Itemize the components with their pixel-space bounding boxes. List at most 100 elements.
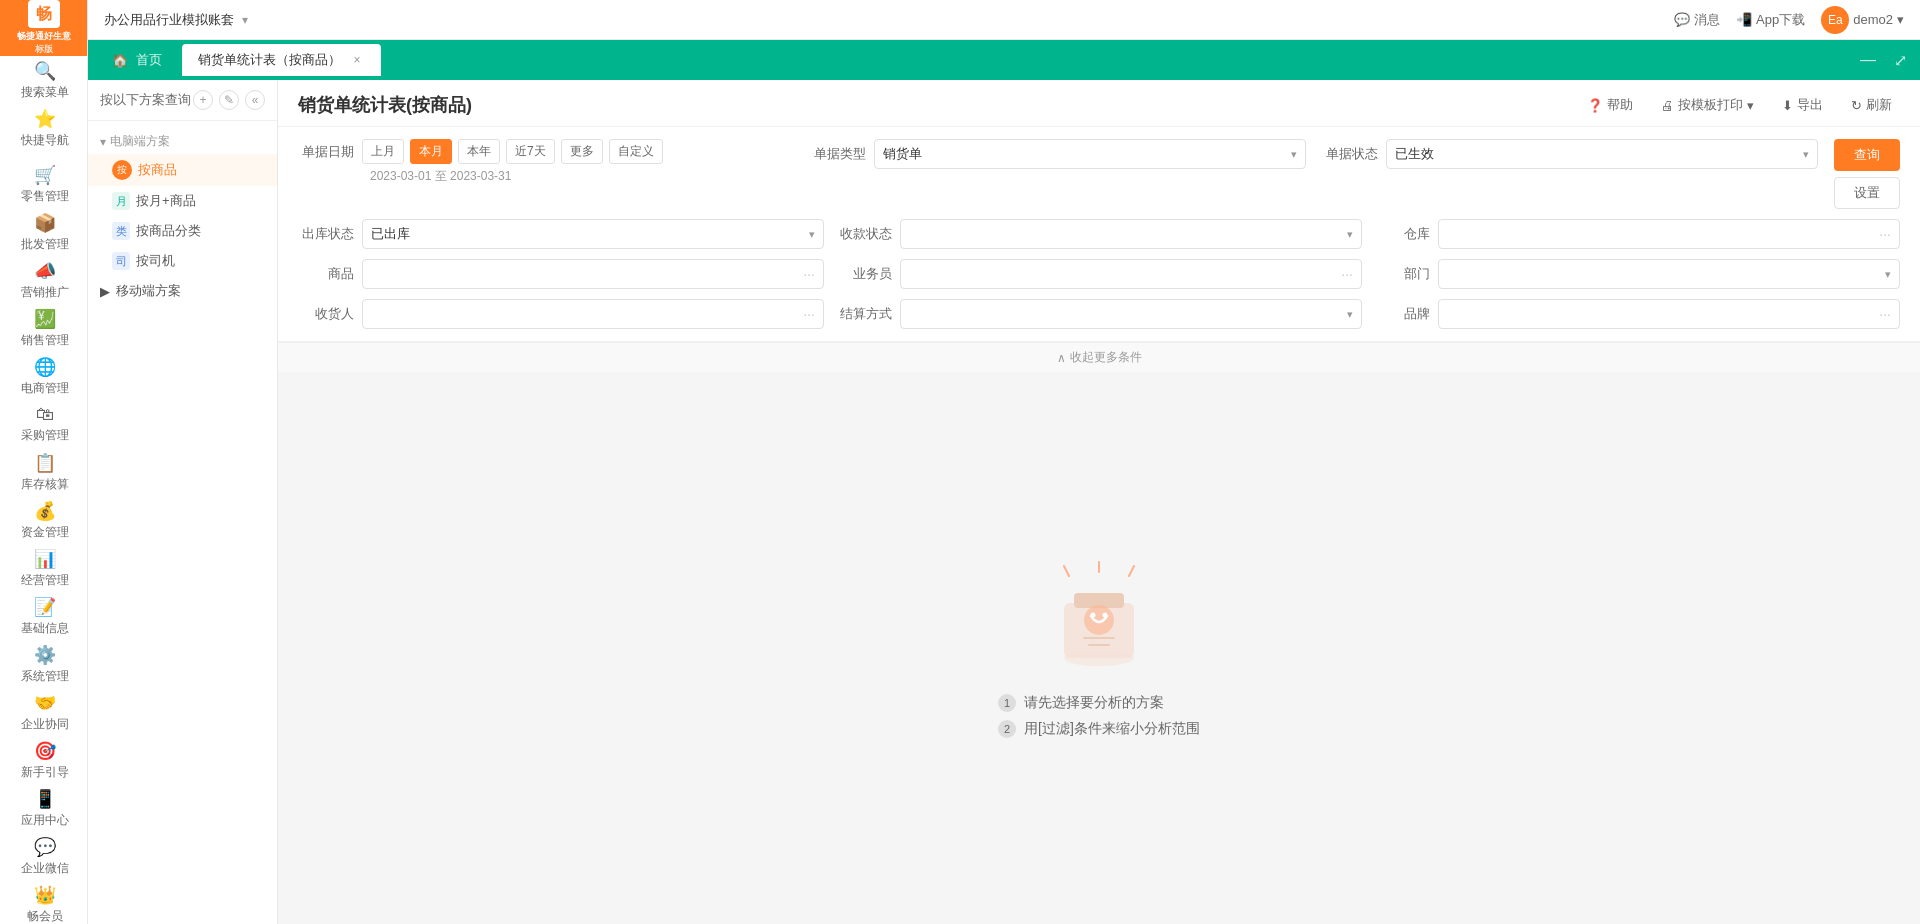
dept-select[interactable]: ▾: [1438, 259, 1900, 289]
refresh-icon: ↻: [1851, 98, 1862, 113]
sidebar-item-label: 库存核算: [21, 476, 69, 493]
date-last7-btn[interactable]: 近7天: [506, 139, 555, 164]
brand-input[interactable]: ···: [1438, 299, 1900, 329]
settlement-cell: 结算方式 ▾: [836, 299, 1362, 329]
sidebar-item-label: 营销推广: [21, 284, 69, 301]
mobile-group[interactable]: ▶ 移动端方案: [88, 276, 277, 306]
date-last-month-btn[interactable]: 上月: [362, 139, 404, 164]
sidebar-item-newbie[interactable]: 🎯 新手引导: [0, 736, 88, 784]
print-button[interactable]: 🖨 按模板打印 ▾: [1653, 92, 1762, 118]
sidebar-item-basic[interactable]: 📝 基础信息: [0, 592, 88, 640]
tab-close-button[interactable]: ×: [349, 52, 365, 68]
sidebar-item-retail[interactable]: 🛒 零售管理: [0, 160, 88, 208]
sidebar-item-system[interactable]: ⚙️ 系统管理: [0, 640, 88, 688]
date-custom-btn[interactable]: 自定义: [609, 139, 663, 164]
message-button[interactable]: 💬 消息: [1674, 11, 1720, 29]
receipt-status-select[interactable]: ▾: [900, 219, 1362, 249]
type-select[interactable]: 销货单 ▾: [874, 139, 1306, 169]
query-button[interactable]: 查询: [1834, 139, 1900, 171]
date-filter-group: 上月 本月 本年 近7天 更多 自定义: [362, 139, 663, 164]
svg-point-4: [1091, 613, 1096, 618]
app-download-button[interactable]: 📲 App下载: [1736, 11, 1805, 29]
window-maximize-button[interactable]: ⤢: [1888, 48, 1912, 72]
tab-home[interactable]: 🏠 首页: [96, 44, 178, 76]
newbie-icon: 🎯: [34, 740, 56, 762]
sidebar-item-finance[interactable]: 💰 资金管理: [0, 496, 88, 544]
export-button[interactable]: ⬇ 导出: [1774, 92, 1831, 118]
sidebar-item-quick[interactable]: ⭐ 快捷导航: [0, 104, 88, 152]
scheme-by-category[interactable]: 类 按商品分类: [88, 216, 277, 246]
date-range-text: 2023-03-01 至 2023-03-31: [370, 169, 511, 183]
tip-number-1: 1: [998, 694, 1016, 712]
date-this-year-btn[interactable]: 本年: [458, 139, 500, 164]
sidebar-item-search[interactable]: 🔍 搜索菜单: [0, 56, 88, 104]
date-more-btn[interactable]: 更多: [561, 139, 603, 164]
dropdown-arrow-icon[interactable]: ▾: [242, 13, 248, 27]
sidebar-item-member[interactable]: 👑 畅会员: [0, 880, 88, 924]
refresh-button[interactable]: ↻ 刷新: [1843, 92, 1900, 118]
out-status-dropdown-icon: ▾: [809, 228, 815, 241]
settings-button[interactable]: 设置: [1834, 177, 1900, 209]
collapse-text: ∧ 收起更多条件: [1057, 349, 1142, 366]
user-menu[interactable]: Ea demo2 ▾: [1821, 6, 1904, 34]
date-this-month-btn[interactable]: 本月: [410, 139, 452, 164]
export-label: 导出: [1797, 96, 1823, 114]
status-select[interactable]: 已生效 ▾: [1386, 139, 1818, 169]
sidebar-item-wechat[interactable]: 💬 企业微信: [0, 832, 88, 880]
sidebar-item-sales[interactable]: 💹 销售管理: [0, 304, 88, 352]
product-label: 商品: [298, 265, 354, 283]
filter-area: 单据日期 上月 本月 本年 近7天 更多 自定义 2023-03-0: [278, 127, 1920, 342]
download-icon: 📲: [1736, 12, 1752, 27]
print-arrow-icon: ▾: [1747, 98, 1754, 113]
empty-tip-2: 2 用[过滤]条件来缩小分析范围: [998, 720, 1200, 738]
operation-icon: 📊: [34, 548, 56, 570]
type-value: 销货单: [883, 145, 1291, 163]
sidebar-item-label: 经营管理: [21, 572, 69, 589]
empty-tips: 1 请先选择要分析的方案 2 用[过滤]条件来缩小分析范围: [998, 694, 1200, 738]
out-status-select[interactable]: 已出库 ▾: [362, 219, 824, 249]
tab-active[interactable]: 销货单统计表（按商品） ×: [182, 44, 381, 76]
wechat-icon: 💬: [34, 836, 56, 858]
tab-bar: 🏠 首页 销货单统计表（按商品） × — ⤢: [88, 40, 1920, 80]
sidebar-item-label: 电商管理: [21, 380, 69, 397]
left-panel-actions: + ✎ «: [193, 90, 265, 110]
content-area: 按以下方案查询 + ✎ « ▾ 电脑端方案 按 按商品 月 按月: [88, 80, 1920, 924]
sidebar-item-label: 企业协同: [21, 716, 69, 733]
avatar: Ea: [1821, 6, 1849, 34]
settlement-label: 结算方式: [836, 305, 892, 323]
brand-label: 品牌: [1374, 305, 1430, 323]
scheme-by-month-product[interactable]: 月 按月+商品: [88, 186, 277, 216]
scheme-by-client[interactable]: 司 按司机: [88, 246, 277, 276]
tip-text-1: 请先选择要分析的方案: [1024, 694, 1164, 712]
desktop-group-label: ▾ 电脑端方案: [88, 129, 277, 154]
tip-text-2: 用[过滤]条件来缩小分析范围: [1024, 720, 1200, 738]
left-panel-title: 按以下方案查询: [100, 91, 191, 109]
sidebar-item-purchase[interactable]: 🛍 采购管理: [0, 400, 88, 448]
warehouse-input[interactable]: ···: [1438, 219, 1900, 249]
receiver-input[interactable]: ···: [362, 299, 824, 329]
help-button[interactable]: ❓ 帮助: [1579, 92, 1641, 118]
sidebar-item-apps[interactable]: 📱 应用中心: [0, 784, 88, 832]
salesperson-input[interactable]: ···: [900, 259, 1362, 289]
sidebar-item-wholesale[interactable]: 📦 批发管理: [0, 208, 88, 256]
add-scheme-button[interactable]: +: [193, 90, 213, 110]
apps-icon: 📱: [34, 788, 56, 810]
window-minimize-button[interactable]: —: [1856, 48, 1880, 72]
settlement-select[interactable]: ▾: [900, 299, 1362, 329]
collapse-bar[interactable]: ∧ 收起更多条件: [278, 342, 1920, 372]
sidebar-item-enterprise[interactable]: 🤝 企业协同: [0, 688, 88, 736]
product-input[interactable]: ···: [362, 259, 824, 289]
scheme-by-product[interactable]: 按 按商品: [88, 154, 277, 186]
scheme-by-category-label: 按商品分类: [136, 222, 201, 240]
sidebar-item-label: 批发管理: [21, 236, 69, 253]
main-area: 办公用品行业模拟账套 ▾ 💬 消息 📲 App下载 Ea demo2 ▾ 🏠 首…: [88, 0, 1920, 924]
sidebar-item-ecommerce[interactable]: 🌐 电商管理: [0, 352, 88, 400]
sidebar-item-operation[interactable]: 📊 经营管理: [0, 544, 88, 592]
tab-home-label: 首页: [136, 51, 162, 69]
edit-scheme-button[interactable]: ✎: [219, 90, 239, 110]
collapse-panel-button[interactable]: «: [245, 90, 265, 110]
search-icon: 🔍: [34, 60, 56, 82]
sidebar-item-marketing[interactable]: 📣 营销推广: [0, 256, 88, 304]
empty-illustration: [1039, 558, 1159, 678]
sidebar-item-inventory[interactable]: 📋 库存核算: [0, 448, 88, 496]
